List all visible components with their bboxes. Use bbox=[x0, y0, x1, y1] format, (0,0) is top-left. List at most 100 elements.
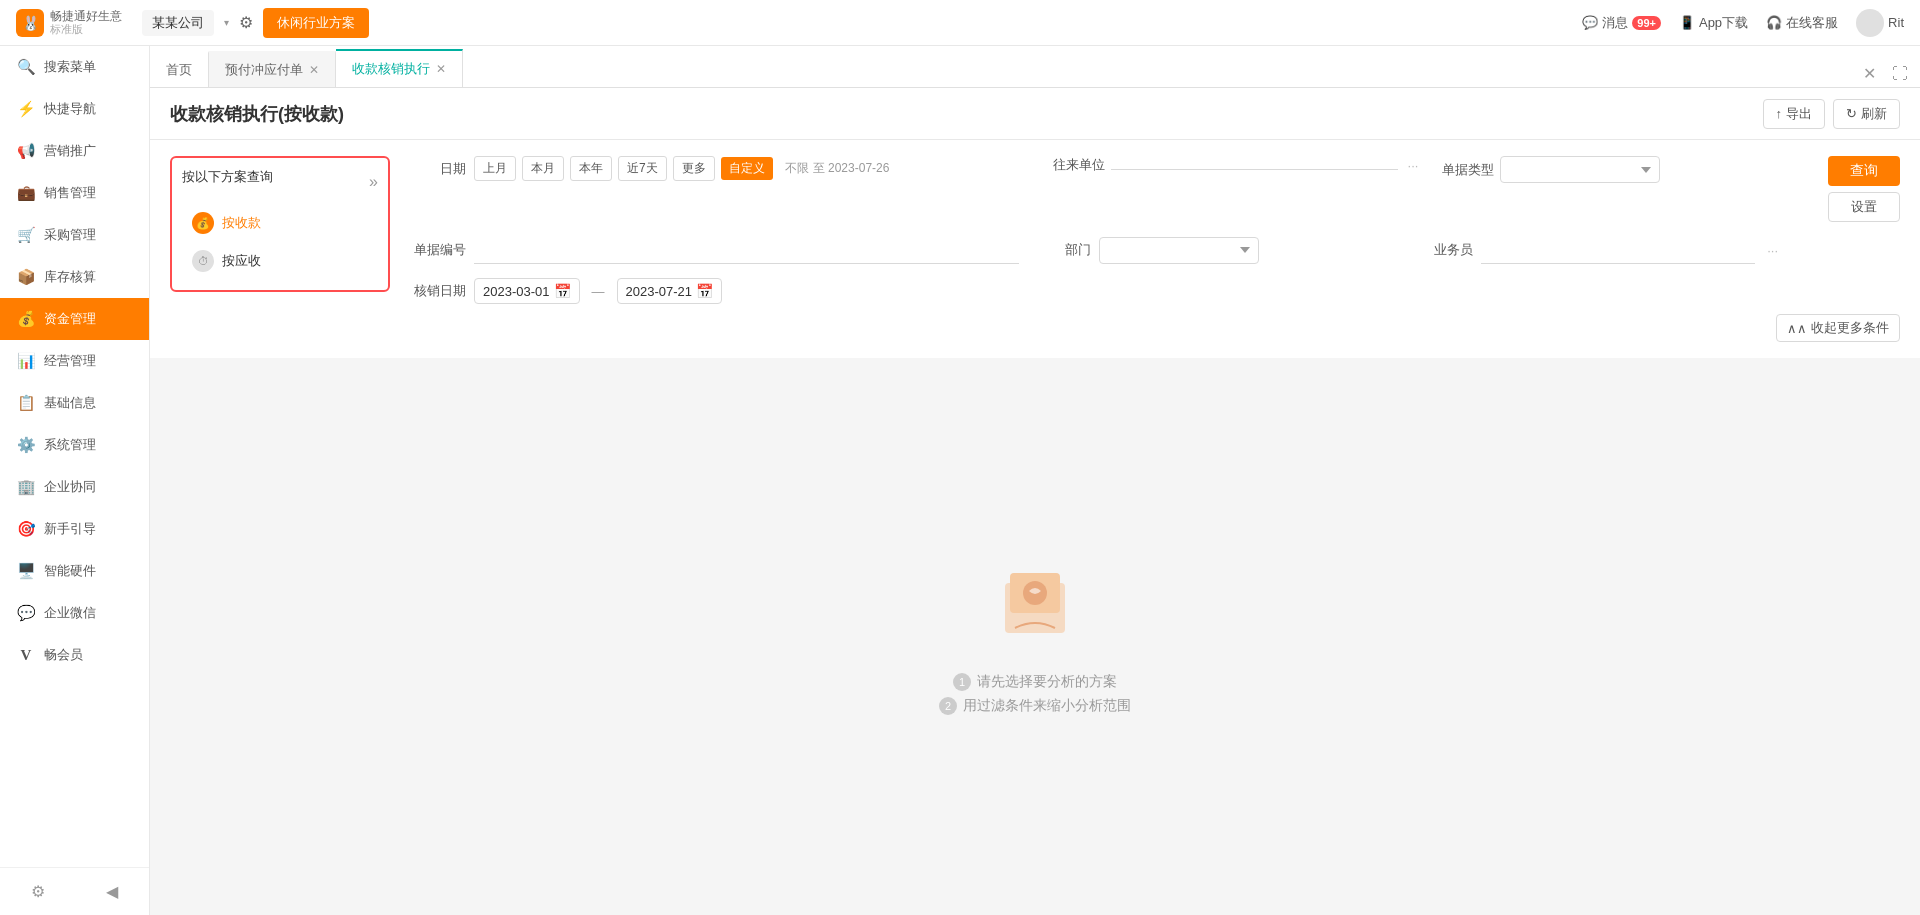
sidebar-item-tutorial[interactable]: 🎯 新手引导 bbox=[0, 508, 149, 550]
empty-hint-2: 2 用过滤条件来缩小分析范围 bbox=[939, 697, 1131, 715]
main-layout: 🔍 搜索菜单 ⚡ 快捷导航 📢 营销推广 💼 销售管理 🛒 采购管理 📦 库存核… bbox=[0, 46, 1920, 915]
logo-text: 畅捷通好生意 标准版 bbox=[50, 9, 122, 37]
sidebar-item-inventory[interactable]: 📦 库存核算 bbox=[0, 256, 149, 298]
top-bar: 🐰 畅捷通好生意 标准版 某某公司 ▾ ⚙ 休闲行业方案 💬 消息 99+ 📱 … bbox=[0, 0, 1920, 46]
message-icon: 💬 bbox=[1582, 15, 1598, 30]
settings-gear-icon[interactable]: ⚙ bbox=[239, 13, 253, 32]
empty-hint-1: 1 请先选择要分析的方案 bbox=[953, 673, 1117, 691]
sidebar-item-search[interactable]: 🔍 搜索菜单 bbox=[0, 46, 149, 88]
inventory-icon: 📦 bbox=[16, 268, 36, 286]
filter-option-by-receipt[interactable]: 💰 按收款 bbox=[182, 204, 378, 242]
filter-panel-collapse-icon[interactable]: » bbox=[369, 173, 378, 191]
quicknav-icon: ⚡ bbox=[16, 100, 36, 118]
marketing-icon: 📢 bbox=[16, 142, 36, 160]
avatar bbox=[1856, 9, 1884, 37]
doctype-select[interactable] bbox=[1500, 156, 1660, 183]
tab-prepay[interactable]: 预付冲应付单 ✕ bbox=[209, 51, 336, 87]
date-btn-custom[interactable]: 自定义 bbox=[721, 157, 773, 180]
tab-prepay-close[interactable]: ✕ bbox=[309, 63, 319, 77]
filter-option-by-receivable[interactable]: ⏱ 按应收 bbox=[182, 242, 378, 280]
sidebar: 🔍 搜索菜单 ⚡ 快捷导航 📢 营销推广 💼 销售管理 🛒 采购管理 📦 库存核… bbox=[0, 46, 150, 915]
user-info[interactable]: Rit bbox=[1856, 9, 1904, 37]
sidebar-item-finance[interactable]: 💰 资金管理 bbox=[0, 298, 149, 340]
sales-icon: 💼 bbox=[16, 184, 36, 202]
logo: 🐰 畅捷通好生意 标准版 bbox=[16, 9, 122, 37]
sidebar-collapse-button[interactable]: ◀ bbox=[100, 876, 124, 907]
refresh-icon: ↻ bbox=[1846, 106, 1857, 121]
company-dropdown-arrow[interactable]: ▾ bbox=[224, 17, 229, 28]
logo-icon: 🐰 bbox=[16, 9, 44, 37]
tab-verify-close[interactable]: ✕ bbox=[436, 62, 446, 76]
verify-date-end-input[interactable]: 2023-07-21 📅 bbox=[617, 278, 723, 304]
export-icon: ↑ bbox=[1776, 106, 1783, 121]
verify-date-start-input[interactable]: 2023-03-01 📅 bbox=[474, 278, 580, 304]
sidebar-item-purchase[interactable]: 🛒 采购管理 bbox=[0, 214, 149, 256]
tab-verify[interactable]: 收款核销执行 ✕ bbox=[336, 49, 463, 87]
collapse-more-row: ∧∧ 收起更多条件 bbox=[410, 314, 1900, 342]
salesperson-more-icon[interactable]: ··· bbox=[1763, 243, 1782, 258]
date-btn-7days[interactable]: 近7天 bbox=[618, 156, 667, 181]
basicinfo-icon: 📋 bbox=[16, 394, 36, 412]
collapse-icon: ∧∧ bbox=[1787, 321, 1807, 336]
tab-home[interactable]: 首页 bbox=[150, 51, 209, 87]
filter-option-receipt-icon: 💰 bbox=[192, 212, 214, 234]
doctype-label: 单据类型 bbox=[1438, 161, 1494, 179]
search-icon: 🔍 bbox=[16, 58, 36, 76]
verify-date-start-value: 2023-03-01 bbox=[483, 284, 550, 299]
sidebar-item-quicknav[interactable]: ⚡ 快捷导航 bbox=[0, 88, 149, 130]
filter-option-receivable-icon: ⏱ bbox=[192, 250, 214, 272]
setting-button[interactable]: 设置 bbox=[1828, 192, 1900, 222]
tutorial-icon: 🎯 bbox=[16, 520, 36, 538]
sidebar-gear-button[interactable]: ⚙ bbox=[25, 876, 51, 907]
tab-bar-close-icon[interactable]: ✕ bbox=[1859, 60, 1880, 87]
date-nolimit: 不限 bbox=[785, 160, 809, 177]
partner-more-icon[interactable]: ··· bbox=[1404, 158, 1423, 173]
date-btn-more[interactable]: 更多 bbox=[673, 156, 715, 181]
purchase-icon: 🛒 bbox=[16, 226, 36, 244]
solution-button[interactable]: 休闲行业方案 bbox=[263, 8, 369, 38]
collab-icon: 🏢 bbox=[16, 478, 36, 496]
service-button[interactable]: 🎧 在线客服 bbox=[1766, 14, 1838, 32]
date-label: 日期 bbox=[410, 160, 466, 178]
sidebar-item-system[interactable]: ⚙️ 系统管理 bbox=[0, 424, 149, 466]
sidebar-item-collab[interactable]: 🏢 企业协同 bbox=[0, 466, 149, 508]
filter-right-panel: 日期 上月 本月 本年 近7天 更多 自定义 不限 至 2023-07-26 bbox=[410, 156, 1900, 342]
docno-label: 单据编号 bbox=[410, 241, 466, 259]
message-button[interactable]: 💬 消息 99+ bbox=[1582, 14, 1661, 32]
page-header: 收款核销执行(按收款) ↑ 导出 ↻ 刷新 bbox=[150, 88, 1920, 140]
date-btn-this-year[interactable]: 本年 bbox=[570, 156, 612, 181]
hint2-num: 2 bbox=[939, 697, 957, 715]
empty-illustration bbox=[985, 553, 1085, 653]
dept-select[interactable] bbox=[1099, 237, 1259, 264]
sidebar-item-member[interactable]: V 畅会员 bbox=[0, 634, 149, 676]
wechat-icon: 💬 bbox=[16, 604, 36, 622]
sidebar-item-basicinfo[interactable]: 📋 基础信息 bbox=[0, 382, 149, 424]
collapse-more-button[interactable]: ∧∧ 收起更多条件 bbox=[1776, 314, 1900, 342]
tab-bar: 首页 预付冲应付单 ✕ 收款核销执行 ✕ ✕ ⛶ bbox=[150, 46, 1920, 88]
date-shortcuts: 上月 本月 本年 近7天 更多 自定义 bbox=[474, 156, 773, 181]
export-button[interactable]: ↑ 导出 bbox=[1763, 99, 1826, 129]
calendar-start-icon[interactable]: 📅 bbox=[554, 283, 571, 299]
dept-label: 部门 bbox=[1035, 241, 1091, 259]
sidebar-item-marketing[interactable]: 📢 营销推广 bbox=[0, 130, 149, 172]
content-area: 首页 预付冲应付单 ✕ 收款核销执行 ✕ ✕ ⛶ 收款核销执行(按收款) ↑ 导… bbox=[150, 46, 1920, 915]
top-bar-right: 💬 消息 99+ 📱 App下载 🎧 在线客服 Rit bbox=[1582, 9, 1904, 37]
query-button[interactable]: 查询 bbox=[1828, 156, 1900, 186]
finance-icon: 💰 bbox=[16, 310, 36, 328]
app-download-button[interactable]: 📱 App下载 bbox=[1679, 14, 1748, 32]
member-icon: V bbox=[16, 647, 36, 664]
verify-date-end-value: 2023-07-21 bbox=[626, 284, 693, 299]
calendar-end-icon[interactable]: 📅 bbox=[696, 283, 713, 299]
app-icon: 📱 bbox=[1679, 15, 1695, 30]
filter-left-panel: 按以下方案查询 » 💰 按收款 ⏱ 按应收 bbox=[170, 156, 390, 292]
sidebar-item-hardware[interactable]: 🖥️ 智能硬件 bbox=[0, 550, 149, 592]
date-btn-this-month[interactable]: 本月 bbox=[522, 156, 564, 181]
sidebar-item-operations[interactable]: 📊 经营管理 bbox=[0, 340, 149, 382]
page-title: 收款核销执行(按收款) bbox=[170, 102, 344, 126]
date-btn-last-month[interactable]: 上月 bbox=[474, 156, 516, 181]
sidebar-item-wechat[interactable]: 💬 企业微信 bbox=[0, 592, 149, 634]
company-selector[interactable]: 某某公司 bbox=[142, 10, 214, 36]
sidebar-item-sales[interactable]: 💼 销售管理 bbox=[0, 172, 149, 214]
refresh-button[interactable]: ↻ 刷新 bbox=[1833, 99, 1900, 129]
tab-bar-expand-icon[interactable]: ⛶ bbox=[1888, 61, 1912, 87]
